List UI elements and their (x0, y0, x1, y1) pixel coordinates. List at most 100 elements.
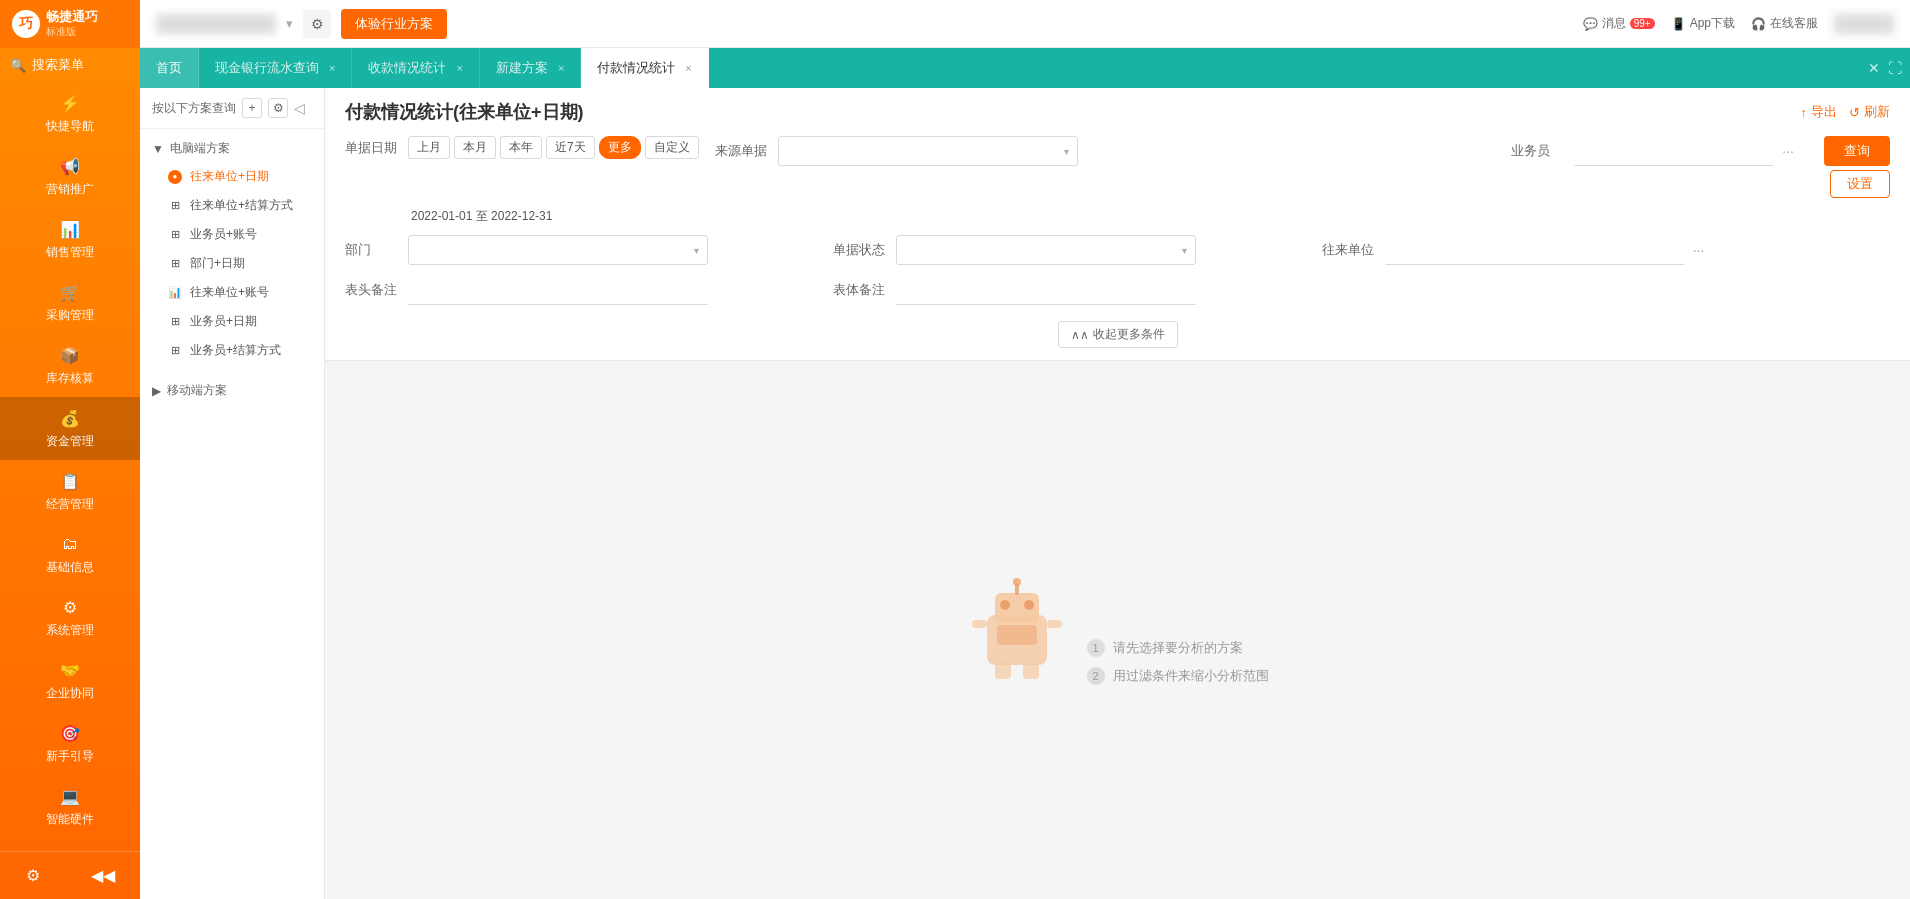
scheme-item-label-3: 部门+日期 (190, 255, 245, 272)
source-select[interactable]: ▾ (778, 136, 1078, 166)
partner-dots-btn[interactable]: ··· (1693, 242, 1705, 258)
date-range-text: 2022-01-01 至 2022-12-31 (411, 209, 552, 223)
sidebar-item-quick-nav[interactable]: ⚡ 快捷导航 (0, 82, 140, 145)
sidebar-item-hardware[interactable]: 💻 智能硬件 (0, 775, 140, 838)
staff-input[interactable] (1574, 136, 1774, 166)
tab-bank-flow-close[interactable]: × (329, 62, 335, 74)
scheme-item-partner-settlement[interactable]: ⊞ 往来单位+结算方式 (140, 191, 324, 220)
date-btn-custom[interactable]: 自定义 (645, 136, 699, 159)
scheme-panel: 按以下方案查询 + ⚙ ◁ ▼ 电脑端方案 ● 往来单位+日期 (140, 88, 325, 899)
sidebar-item-system[interactable]: ⚙ 系统管理 (0, 586, 140, 649)
scheme-item-dept-date[interactable]: ⊞ 部门+日期 (140, 249, 324, 278)
dept-select[interactable]: ▾ (408, 235, 708, 265)
search-label: 搜索菜单 (32, 56, 84, 74)
doc-status-select[interactable]: ▾ (896, 235, 1196, 265)
online-service-label: 在线客服 (1770, 15, 1818, 32)
quick-nav-icon: ⚡ (59, 92, 81, 114)
scheme-item-icon-4: 📊 (168, 286, 182, 300)
sidebar-item-sales[interactable]: 📊 销售管理 (0, 208, 140, 271)
scheme-item-label-0: 往来单位+日期 (190, 168, 269, 185)
scheme-item-icon-3: ⊞ (168, 257, 182, 271)
source-label: 来源单据 (715, 142, 770, 160)
scheme-group-mobile-header[interactable]: ▶ 移动端方案 (140, 377, 324, 404)
user-avatar-right (1834, 14, 1894, 34)
main-panel: 付款情况统计(往来单位+日期) ↑ 导出 ↺ 刷新 (325, 88, 1910, 899)
hint-num-1: 1 (1087, 639, 1105, 657)
partner-label: 往来单位 (1322, 241, 1377, 259)
tab-new-scheme[interactable]: 新建方案 × (480, 48, 581, 88)
sidebar-footer: ⚙ ◀◀ (0, 851, 140, 899)
scheme-add-btn[interactable]: + (242, 98, 262, 118)
sidebar-item-purchase[interactable]: 🛒 采购管理 (0, 271, 140, 334)
scheme-item-partner-account[interactable]: 📊 往来单位+账号 (140, 278, 324, 307)
date-btn-this-month[interactable]: 本月 (454, 136, 496, 159)
tab-payment-stats-close[interactable]: × (685, 62, 691, 74)
sidebar-item-weixin[interactable]: 💬 企业微信 (0, 838, 140, 851)
search-menu[interactable]: 🔍 搜索菜单 (0, 48, 140, 82)
tab-home-label: 首页 (156, 59, 182, 77)
tab-home[interactable]: 首页 (140, 48, 199, 88)
hint-num-2: 2 (1087, 667, 1105, 685)
top-header: ▾ ⚙ 体验行业方案 💬 消息 99+ 📱 App下载 🎧 在线客服 (140, 0, 1910, 48)
query-btn[interactable]: 查询 (1824, 136, 1890, 166)
scheme-group-pc-header[interactable]: ▼ 电脑端方案 (140, 135, 324, 162)
sidebar-item-basic[interactable]: 🗂 基础信息 (0, 523, 140, 586)
sidebar-item-enterprise[interactable]: 🤝 企业协同 (0, 649, 140, 712)
tab-payment-stats[interactable]: 付款情况统计 × (581, 48, 708, 88)
scheme-group-mobile-arrow: ▶ (152, 384, 161, 398)
sidebar-item-marketing[interactable]: 📢 营销推广 (0, 145, 140, 208)
sidebar-collapse-btn[interactable]: ◀◀ (87, 862, 119, 889)
tab-bank-flow[interactable]: 现金银行流水查询 × (199, 48, 352, 88)
scheme-settings-btn[interactable]: ⚙ (268, 98, 288, 118)
date-btn-this-year[interactable]: 本年 (500, 136, 542, 159)
app-download-btn[interactable]: 📱 App下载 (1671, 15, 1735, 32)
sidebar-item-label-quick-nav: 快捷导航 (46, 118, 94, 135)
date-btn-7days[interactable]: 近7天 (546, 136, 595, 159)
dept-select-arrow: ▾ (694, 245, 699, 256)
tab-fullscreen-btn[interactable]: ⛶ (1888, 60, 1902, 76)
tab-new-scheme-close[interactable]: × (558, 62, 564, 74)
header-note-input[interactable] (408, 275, 708, 305)
scheme-panel-collapse-btn[interactable]: ◁ (294, 100, 305, 116)
header-dropdown-icon[interactable]: ▾ (286, 16, 293, 31)
sidebar-nav: ⚡ 快捷导航 📢 营销推广 📊 销售管理 🛒 采购管理 📦 库存核算 💰 资金管… (0, 82, 140, 851)
sidebar-item-label-finance: 资金管理 (46, 433, 94, 450)
refresh-btn[interactable]: ↺ 刷新 (1849, 103, 1890, 121)
sales-icon: 📊 (59, 218, 81, 240)
partner-input[interactable] (1385, 235, 1685, 265)
sidebar-item-label-guide: 新手引导 (46, 748, 94, 765)
tab-close-all-btn[interactable]: ✕ (1868, 60, 1880, 76)
staff-dots-btn[interactable]: ··· (1782, 143, 1794, 159)
sidebar-item-label-enterprise: 企业协同 (46, 685, 94, 702)
scheme-item-staff-date[interactable]: ⊞ 业务员+日期 (140, 307, 324, 336)
header-gear-btn[interactable]: ⚙ (303, 10, 331, 38)
export-btn[interactable]: ↑ 导出 (1801, 103, 1838, 121)
setting-btn[interactable]: 设置 (1830, 170, 1890, 198)
sidebar-item-finance[interactable]: 💰 资金管理 (0, 397, 140, 460)
empty-hints: 1 请先选择要分析的方案 2 用过滤条件来缩小分析范围 (1087, 639, 1269, 685)
scheme-item-staff-settlement[interactable]: ⊞ 业务员+结算方式 (140, 336, 324, 365)
sidebar-item-operation[interactable]: 📋 经营管理 (0, 460, 140, 523)
header-actions: 💬 消息 99+ 📱 App下载 🎧 在线客服 (1583, 14, 1894, 34)
sidebar-item-inventory[interactable]: 📦 库存核算 (0, 334, 140, 397)
logo-badge: 标准版 (46, 25, 98, 39)
sidebar-settings-btn[interactable]: ⚙ (22, 862, 44, 889)
dept-label: 部门 (345, 241, 400, 259)
scheme-item-partner-date[interactable]: ● 往来单位+日期 (140, 162, 324, 191)
body-note-input[interactable] (896, 275, 1196, 305)
messages-btn[interactable]: 💬 消息 99+ (1583, 15, 1655, 32)
tab-receipt-stats-close[interactable]: × (456, 62, 462, 74)
trial-industry-btn[interactable]: 体验行业方案 (341, 9, 447, 39)
tab-receipt-stats[interactable]: 收款情况统计 × (352, 48, 479, 88)
sidebar-item-label-marketing: 营销推广 (46, 181, 94, 198)
sidebar-item-guide[interactable]: 🎯 新手引导 (0, 712, 140, 775)
logo-name: 畅捷通巧 (46, 9, 98, 25)
date-btn-last-month[interactable]: 上月 (408, 136, 450, 159)
collapse-conditions-btn[interactable]: ∧∧ 收起更多条件 (1058, 321, 1178, 348)
scheme-item-staff-account[interactable]: ⊞ 业务员+账号 (140, 220, 324, 249)
page-title: 付款情况统计(往来单位+日期) (345, 100, 1801, 124)
staff-label: 业务员 (1511, 142, 1566, 160)
scheme-group-mobile: ▶ 移动端方案 (140, 371, 324, 410)
date-btn-more[interactable]: 更多 (599, 136, 641, 159)
online-service-btn[interactable]: 🎧 在线客服 (1751, 15, 1818, 32)
